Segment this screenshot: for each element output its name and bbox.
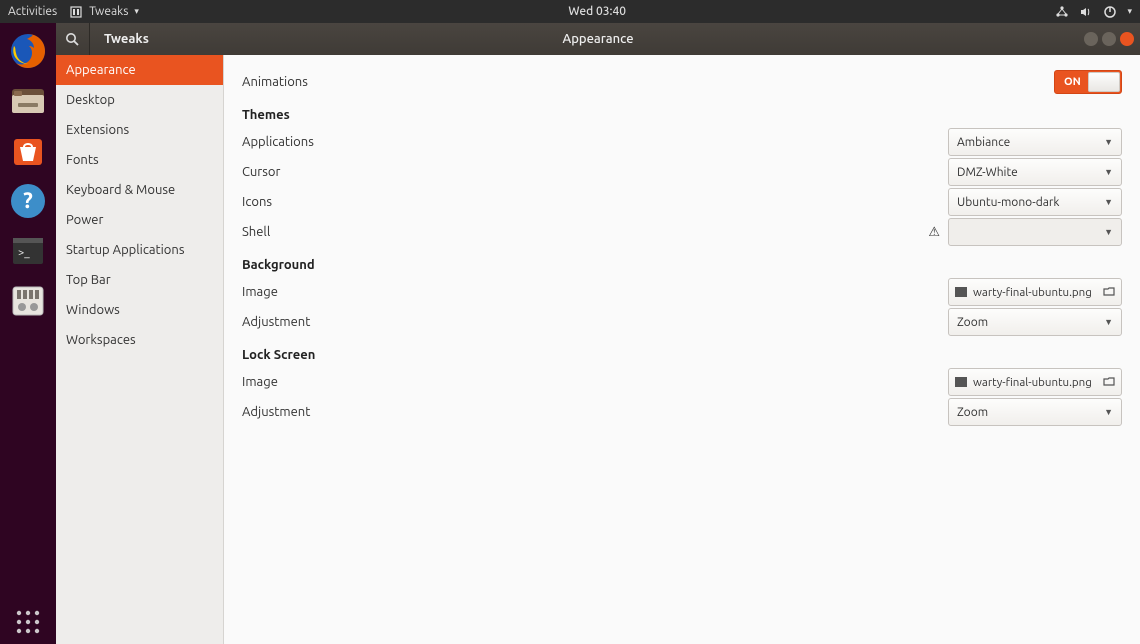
switch-knob bbox=[1088, 72, 1120, 92]
activities-button[interactable]: Activities bbox=[8, 5, 57, 18]
titlebar: Tweaks Appearance bbox=[56, 23, 1140, 55]
launcher-help[interactable]: ? bbox=[6, 179, 50, 223]
sidebar-item-appearance[interactable]: Appearance bbox=[56, 55, 223, 85]
svg-text:>_: >_ bbox=[18, 247, 30, 259]
bg-image-chooser[interactable]: warty-final-ubuntu.png bbox=[948, 278, 1122, 306]
app-menu[interactable]: Tweaks ▾ bbox=[69, 5, 139, 19]
lockscreen-heading: Lock Screen bbox=[242, 342, 1122, 362]
chevron-down-icon: ▼ bbox=[1104, 407, 1113, 417]
ls-image-chooser[interactable]: warty-final-ubuntu.png bbox=[948, 368, 1122, 396]
network-icon[interactable] bbox=[1055, 5, 1069, 19]
animations-switch[interactable]: ON bbox=[1054, 70, 1122, 94]
maximize-button[interactable] bbox=[1102, 32, 1116, 46]
section-title: Appearance bbox=[562, 32, 633, 46]
bg-adjustment-combo[interactable]: Zoom ▼ bbox=[948, 308, 1122, 336]
launcher-tweaks[interactable] bbox=[6, 279, 50, 323]
cursor-value: DMZ-White bbox=[957, 166, 1018, 179]
applications-combo[interactable]: Ambiance ▼ bbox=[948, 128, 1122, 156]
sidebar-item-keyboard-mouse[interactable]: Keyboard & Mouse bbox=[56, 175, 223, 205]
chevron-down-icon: ▼ bbox=[1104, 227, 1113, 237]
chevron-down-icon: ▼ bbox=[1104, 167, 1113, 177]
content-pane: Animations ON Themes Applications Ambian… bbox=[224, 55, 1140, 644]
launcher-firefox[interactable] bbox=[6, 29, 50, 73]
ls-adjustment-combo[interactable]: Zoom ▼ bbox=[948, 398, 1122, 426]
background-heading: Background bbox=[242, 252, 1122, 272]
image-file-icon bbox=[955, 287, 967, 297]
cursor-combo[interactable]: DMZ-White ▼ bbox=[948, 158, 1122, 186]
sidebar-item-startup[interactable]: Startup Applications bbox=[56, 235, 223, 265]
icons-combo[interactable]: Ubuntu-mono-dark ▼ bbox=[948, 188, 1122, 216]
search-button[interactable] bbox=[56, 23, 90, 55]
sidebar-item-desktop[interactable]: Desktop bbox=[56, 85, 223, 115]
ls-adjustment-value: Zoom bbox=[957, 406, 988, 419]
icons-value: Ubuntu-mono-dark bbox=[957, 196, 1060, 209]
launcher-software[interactable] bbox=[6, 129, 50, 173]
warning-icon: ⚠ bbox=[928, 225, 940, 240]
open-file-icon bbox=[1103, 375, 1115, 390]
chevron-down-icon: ▼ bbox=[1104, 137, 1113, 147]
sidebar-item-workspaces[interactable]: Workspaces bbox=[56, 325, 223, 355]
shell-label: Shell bbox=[242, 225, 928, 239]
sidebar-item-windows[interactable]: Windows bbox=[56, 295, 223, 325]
show-applications[interactable] bbox=[6, 600, 50, 644]
svg-text:?: ? bbox=[23, 188, 33, 213]
top-panel: Activities Tweaks ▾ Wed 03:40 ▾ bbox=[0, 0, 1140, 23]
image-file-icon bbox=[955, 377, 967, 387]
themes-heading: Themes bbox=[242, 102, 1122, 122]
open-file-icon bbox=[1103, 285, 1115, 300]
window-title: Tweaks bbox=[90, 32, 149, 46]
applications-label: Applications bbox=[242, 135, 948, 149]
volume-icon[interactable] bbox=[1079, 5, 1093, 19]
bg-adjustment-label: Adjustment bbox=[242, 315, 948, 329]
sidebar-item-power[interactable]: Power bbox=[56, 205, 223, 235]
ls-adjustment-label: Adjustment bbox=[242, 405, 948, 419]
launcher-dock: ? >_ bbox=[0, 23, 56, 644]
icons-label: Icons bbox=[242, 195, 948, 209]
bg-image-value: warty-final-ubuntu.png bbox=[973, 286, 1092, 299]
launcher-terminal[interactable]: >_ bbox=[6, 229, 50, 273]
chevron-down-icon: ▼ bbox=[1104, 317, 1113, 327]
sidebar-item-topbar[interactable]: Top Bar bbox=[56, 265, 223, 295]
minimize-button[interactable] bbox=[1084, 32, 1098, 46]
switch-on-label: ON bbox=[1055, 76, 1081, 88]
sidebar-item-extensions[interactable]: Extensions bbox=[56, 115, 223, 145]
cursor-label: Cursor bbox=[242, 165, 948, 179]
chevron-down-icon: ▼ bbox=[1104, 197, 1113, 207]
ls-image-label: Image bbox=[242, 375, 948, 389]
chevron-down-icon[interactable]: ▾ bbox=[1127, 6, 1132, 17]
power-icon[interactable] bbox=[1103, 5, 1117, 19]
app-menu-label: Tweaks bbox=[89, 5, 128, 18]
tweaks-window: Tweaks Appearance Appearance Desktop Ext… bbox=[56, 23, 1140, 644]
animations-label: Animations bbox=[242, 75, 1054, 89]
sidebar: Appearance Desktop Extensions Fonts Keyb… bbox=[56, 55, 224, 644]
shell-combo: ▼ bbox=[948, 218, 1122, 246]
bg-image-label: Image bbox=[242, 285, 948, 299]
clock[interactable]: Wed 03:40 bbox=[139, 5, 1056, 18]
bg-adjustment-value: Zoom bbox=[957, 316, 988, 329]
sidebar-item-fonts[interactable]: Fonts bbox=[56, 145, 223, 175]
close-button[interactable] bbox=[1120, 32, 1134, 46]
launcher-files[interactable] bbox=[6, 79, 50, 123]
ls-image-value: warty-final-ubuntu.png bbox=[973, 376, 1092, 389]
tweaks-icon bbox=[69, 5, 83, 19]
applications-value: Ambiance bbox=[957, 136, 1010, 149]
